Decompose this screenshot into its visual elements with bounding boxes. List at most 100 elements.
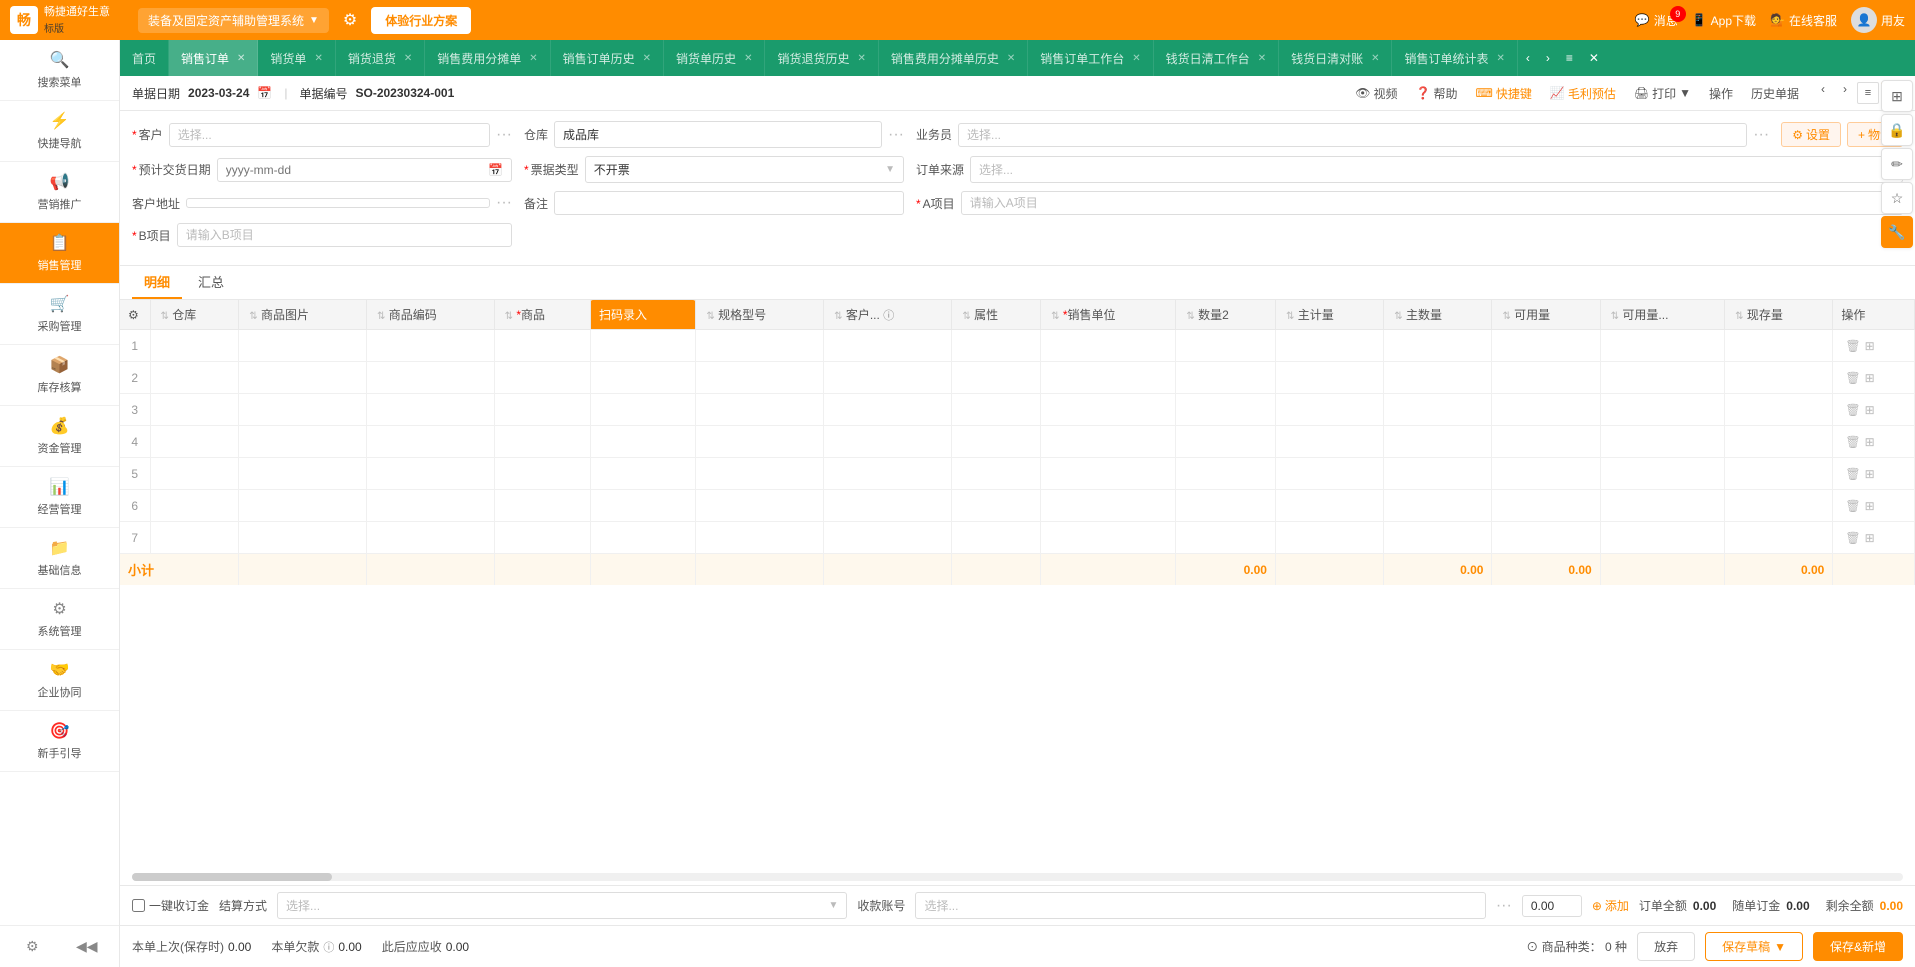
- tab-close-order-workbench[interactable]: ✕: [1132, 53, 1140, 64]
- sidebar-collapse-btn[interactable]: ◀◀: [63, 934, 112, 959]
- account-select[interactable]: 选择...: [915, 892, 1485, 919]
- tab-close-sales-order[interactable]: ✕: [237, 53, 245, 64]
- tab-sales-bill[interactable]: 销货单 ✕: [258, 40, 335, 76]
- nav-next-btn[interactable]: ›: [1835, 82, 1855, 96]
- a-project-input[interactable]: [961, 191, 1903, 215]
- tab-close-sales-bill-history[interactable]: ✕: [744, 53, 752, 64]
- detail-tab-mingxi[interactable]: 明细: [132, 266, 182, 299]
- delivery-calendar-icon[interactable]: 📅: [488, 163, 503, 177]
- tab-return-history[interactable]: 销货退货历史 ✕: [765, 40, 878, 76]
- row-delete-btn[interactable]: 🗑: [1845, 371, 1860, 385]
- user-menu[interactable]: 👤 用友: [1851, 7, 1905, 33]
- payment-amount-input[interactable]: [1522, 895, 1582, 917]
- row-copy-btn[interactable]: ⊞: [1865, 499, 1875, 513]
- tab-daily-workbench[interactable]: 钱货日清工作台 ✕: [1154, 40, 1279, 76]
- warehouse-select[interactable]: 成品库: [554, 121, 882, 148]
- profit-btn[interactable]: 📈 毛利预估: [1546, 83, 1620, 104]
- tab-sales-bill-history[interactable]: 销货单历史 ✕: [664, 40, 765, 76]
- sidebar-settings-btn[interactable]: ⚙: [8, 934, 57, 959]
- tab-sales-order[interactable]: 销售订单 ✕: [169, 40, 258, 76]
- invoice-select[interactable]: 不开票 ▼: [585, 156, 904, 183]
- row-copy-btn[interactable]: ⊞: [1865, 339, 1875, 353]
- row-copy-btn[interactable]: ⊞: [1865, 467, 1875, 481]
- remark-field[interactable]: [554, 191, 904, 215]
- list-view-btn[interactable]: ≡: [1857, 82, 1879, 104]
- tab-sales-fee[interactable]: 销售费用分摊单 ✕: [425, 40, 550, 76]
- tab-sales-stats[interactable]: 销售订单统计表 ✕: [1392, 40, 1517, 76]
- tab-close-sales-stats[interactable]: ✕: [1497, 53, 1505, 64]
- row-delete-btn[interactable]: 🗑: [1845, 403, 1860, 417]
- staff-input[interactable]: [958, 123, 1747, 147]
- sidebar-item-navigation[interactable]: ⚡ 快捷导航: [0, 101, 119, 162]
- print-btn[interactable]: 🖨 打印 ▼: [1630, 83, 1695, 104]
- tab-close-daily-workbench[interactable]: ✕: [1258, 53, 1266, 64]
- row-delete-btn[interactable]: 🗑: [1845, 467, 1860, 481]
- order-source-select[interactable]: 选择... ▼: [970, 156, 1903, 183]
- save-new-btn[interactable]: 保存&新增: [1813, 932, 1903, 961]
- row-delete-btn[interactable]: 🗑: [1845, 339, 1860, 353]
- account-more-icon[interactable]: ···: [1496, 897, 1512, 915]
- row-copy-btn[interactable]: ⊞: [1865, 435, 1875, 449]
- tab-order-workbench[interactable]: 销售订单工作台 ✕: [1028, 40, 1153, 76]
- set-btn[interactable]: ⚙ 设置: [1781, 122, 1841, 147]
- warehouse-more-icon[interactable]: ···: [888, 126, 904, 144]
- sidebar-item-marketing[interactable]: 📢 营销推广: [0, 162, 119, 223]
- tab-close-sales-return[interactable]: ✕: [404, 53, 412, 64]
- tab-menu-btn[interactable]: ≡: [1558, 40, 1581, 76]
- date-calendar-icon[interactable]: 📅: [257, 86, 272, 100]
- sidebar-item-collaboration[interactable]: 🤝 企业协同: [0, 650, 119, 711]
- app-download-btn[interactable]: 📱 App下载: [1692, 12, 1756, 29]
- rp-lock-btn[interactable]: 🔒: [1881, 114, 1913, 146]
- sidebar-item-inventory[interactable]: 📦 库存核算: [0, 345, 119, 406]
- operation-btn[interactable]: 操作: [1705, 83, 1737, 104]
- rp-grid-btn[interactable]: ⊞: [1881, 80, 1913, 112]
- view-btn[interactable]: 👁 视频: [1351, 83, 1401, 104]
- row-copy-btn[interactable]: ⊞: [1865, 371, 1875, 385]
- tab-prev-btn[interactable]: ‹: [1518, 40, 1538, 76]
- address-field[interactable]: [186, 198, 490, 208]
- nav-prev-btn[interactable]: ‹: [1813, 82, 1833, 96]
- tab-close-sales-order-history[interactable]: ✕: [643, 53, 651, 64]
- tab-sales-return[interactable]: 销货退货 ✕: [336, 40, 425, 76]
- delivery-date-wrap[interactable]: 📅: [217, 158, 512, 182]
- save-draft-btn[interactable]: 保存草稿 ▼: [1705, 932, 1803, 961]
- row-copy-btn[interactable]: ⊞: [1865, 403, 1875, 417]
- row-delete-btn[interactable]: 🗑: [1845, 435, 1860, 449]
- customer-more-icon[interactable]: ···: [496, 126, 512, 144]
- history-btn[interactable]: 历史单据: [1747, 83, 1803, 104]
- row-delete-btn[interactable]: 🗑: [1845, 531, 1860, 545]
- b-project-input[interactable]: [177, 223, 512, 247]
- sidebar-item-guide[interactable]: 🎯 新手引导: [0, 711, 119, 772]
- system-name[interactable]: 装备及固定资产辅助管理系统 ▼: [138, 8, 329, 33]
- tab-home[interactable]: 首页: [120, 40, 169, 76]
- staff-more-icon[interactable]: ···: [1753, 126, 1769, 144]
- customer-input[interactable]: [169, 123, 490, 147]
- sidebar-item-system[interactable]: ⚙ 系统管理: [0, 589, 119, 650]
- shortcut-btn[interactable]: ⌨ 快捷键: [1472, 83, 1536, 104]
- settings-icon-btn[interactable]: ⚙: [337, 8, 363, 32]
- col-scan[interactable]: 扫码录入: [590, 300, 695, 330]
- scroll-thumb[interactable]: [132, 873, 332, 881]
- tab-sales-order-history[interactable]: 销售订单历史 ✕: [551, 40, 664, 76]
- rp-star-btn[interactable]: ☆: [1881, 182, 1913, 214]
- tab-next-btn[interactable]: ›: [1538, 40, 1558, 76]
- rp-tool-btn[interactable]: 🔧: [1881, 216, 1913, 248]
- online-service-btn[interactable]: 💁 在线客服: [1770, 12, 1837, 29]
- tab-close-all-btn[interactable]: ✕: [1581, 40, 1607, 76]
- tab-close-daily-reconcile[interactable]: ✕: [1371, 53, 1379, 64]
- horizontal-scrollbar[interactable]: [132, 873, 1903, 881]
- address-more-icon[interactable]: ···: [496, 194, 512, 212]
- tab-close-sales-bill[interactable]: ✕: [314, 53, 322, 64]
- tab-close-sales-fee[interactable]: ✕: [529, 53, 537, 64]
- sidebar-item-search[interactable]: 🔍 搜索菜单: [0, 40, 119, 101]
- tab-daily-reconcile[interactable]: 钱货日清对账 ✕: [1279, 40, 1392, 76]
- rp-edit-btn[interactable]: ✏: [1881, 148, 1913, 180]
- discard-btn[interactable]: 放弃: [1637, 932, 1695, 961]
- industry-btn[interactable]: 体验行业方案: [371, 7, 471, 34]
- message-btn[interactable]: 💬 消息 9: [1635, 12, 1678, 29]
- payment-method-select[interactable]: 选择... ▼: [277, 892, 847, 919]
- row-delete-btn[interactable]: 🗑: [1845, 499, 1860, 513]
- sidebar-item-sales[interactable]: 📋 销售管理: [0, 223, 119, 284]
- delivery-date-input[interactable]: [226, 163, 488, 177]
- help-btn[interactable]: ❓ 帮助: [1412, 83, 1462, 104]
